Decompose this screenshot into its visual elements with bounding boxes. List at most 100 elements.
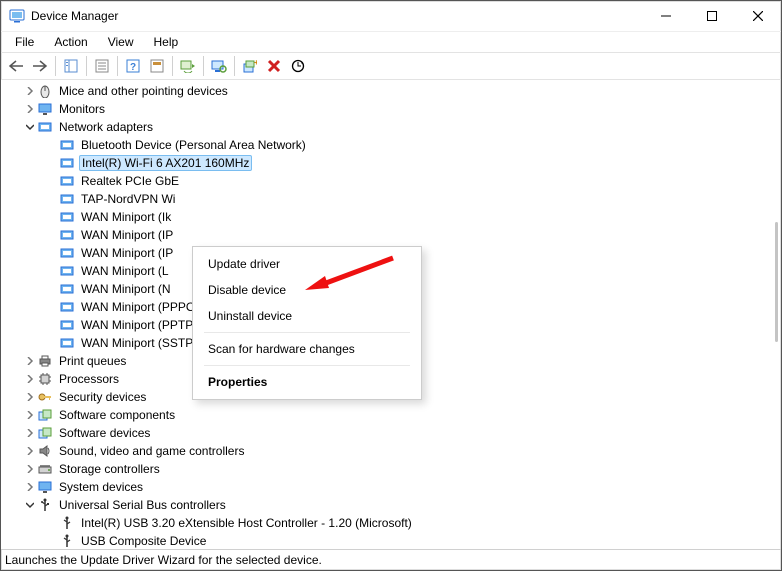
tree-item-realtek[interactable]: Realtek PCIe GbE <box>9 172 763 190</box>
chevron-right-icon[interactable] <box>23 84 37 98</box>
tree-item-sound[interactable]: Sound, video and game controllers <box>9 442 763 460</box>
maximize-button[interactable] <box>689 1 735 31</box>
software-components-icon <box>37 407 53 423</box>
network-adapter-icon <box>37 119 53 135</box>
tree-item-wan-ikev2[interactable]: WAN Miniport (Ik <box>9 208 763 226</box>
chevron-right-icon[interactable] <box>23 372 37 386</box>
chevron-right-icon[interactable] <box>23 426 37 440</box>
chevron-right-icon[interactable] <box>23 408 37 422</box>
vertical-scrollbar[interactable] <box>764 82 780 547</box>
menu-action[interactable]: Action <box>44 33 97 51</box>
context-update-driver[interactable]: Update driver <box>196 251 418 277</box>
help-button[interactable]: ? <box>121 54 145 78</box>
forward-button[interactable] <box>28 54 52 78</box>
tree-item-intel-wifi[interactable]: Intel(R) Wi-Fi 6 AX201 160MHz <box>9 154 763 172</box>
tree-label: Intel(R) Wi-Fi 6 AX201 160MHz <box>79 155 252 171</box>
tree-label: WAN Miniport (SSTP) <box>79 336 199 350</box>
menu-view[interactable]: View <box>98 33 144 51</box>
minimize-button[interactable] <box>643 1 689 31</box>
tree-item-wan-ip[interactable]: WAN Miniport (IP <box>9 226 763 244</box>
key-icon <box>37 389 53 405</box>
software-devices-icon <box>37 425 53 441</box>
tree-label: WAN Miniport (IP <box>79 228 175 242</box>
tree-label: Universal Serial Bus controllers <box>57 498 228 512</box>
chevron-down-icon[interactable] <box>23 120 37 134</box>
tree-label: Network adapters <box>57 120 155 134</box>
refresh-button[interactable] <box>286 54 310 78</box>
network-adapter-icon <box>59 155 75 171</box>
tree-label: Security devices <box>57 390 148 404</box>
computer-icon <box>37 479 53 495</box>
usb-icon <box>59 515 75 531</box>
chevron-right-icon[interactable] <box>23 480 37 494</box>
show-hide-console-button[interactable] <box>59 54 83 78</box>
svg-text:+: + <box>254 59 257 67</box>
chevron-down-icon[interactable] <box>23 498 37 512</box>
tree-item-monitors[interactable]: Monitors <box>9 100 763 118</box>
scroll-thumb[interactable] <box>775 222 778 342</box>
menu-file[interactable]: File <box>5 33 44 51</box>
tree-label: WAN Miniport (Ik <box>79 210 173 224</box>
tree-item-sw-devices[interactable]: Software devices <box>9 424 763 442</box>
chevron-right-icon[interactable] <box>23 390 37 404</box>
usb-icon <box>37 497 53 513</box>
context-scan-hardware[interactable]: Scan for hardware changes <box>196 336 418 362</box>
tree-item-tap-nordvpn[interactable]: TAP-NordVPN Wi <box>9 190 763 208</box>
tree-item-bluetooth-device[interactable]: Bluetooth Device (Personal Area Network) <box>9 136 763 154</box>
tree-item-usb-intel[interactable]: Intel(R) USB 3.20 eXtensible Host Contro… <box>9 514 763 532</box>
tree-item-usb-composite[interactable]: USB Composite Device <box>9 532 763 549</box>
tree-label: Sound, video and game controllers <box>57 444 246 458</box>
tree-label: Realtek PCIe GbE <box>79 174 181 188</box>
tree-item-network-adapters[interactable]: Network adapters <box>9 118 763 136</box>
tree-label: Software devices <box>57 426 152 440</box>
tree-item-mice[interactable]: Mice and other pointing devices <box>9 82 763 100</box>
titlebar: Device Manager <box>1 1 781 31</box>
tree-item-usb[interactable]: Universal Serial Bus controllers <box>9 496 763 514</box>
tree-item-sw-components[interactable]: Software components <box>9 406 763 424</box>
network-adapter-icon <box>59 137 75 153</box>
tree-label: System devices <box>57 480 145 494</box>
context-uninstall-device[interactable]: Uninstall device <box>196 303 418 329</box>
toolbar-btn-2[interactable] <box>145 54 169 78</box>
tree-label: WAN Miniport (N <box>79 282 173 296</box>
toolbar-separator <box>55 56 56 76</box>
context-properties[interactable]: Properties <box>196 369 418 395</box>
menu-help[interactable]: Help <box>144 33 189 51</box>
network-adapter-icon <box>59 173 75 189</box>
network-adapter-icon <box>59 263 75 279</box>
toolbar: ? + <box>1 52 781 80</box>
network-adapter-icon <box>59 191 75 207</box>
context-separator <box>204 365 410 366</box>
back-button[interactable] <box>4 54 28 78</box>
network-adapter-icon <box>59 209 75 225</box>
tree-label: USB Composite Device <box>79 534 208 548</box>
chevron-right-icon[interactable] <box>23 462 37 476</box>
chevron-right-icon[interactable] <box>23 444 37 458</box>
processor-icon <box>37 371 53 387</box>
uninstall-button[interactable] <box>262 54 286 78</box>
properties-button[interactable] <box>90 54 114 78</box>
tree-item-system[interactable]: System devices <box>9 478 763 496</box>
add-legacy-button[interactable]: + <box>238 54 262 78</box>
mouse-icon <box>37 83 53 99</box>
tree-label: Software components <box>57 408 177 422</box>
status-text: Launches the Update Driver Wizard for th… <box>5 553 322 567</box>
network-adapter-icon <box>59 227 75 243</box>
context-menu: Update driver Disable device Uninstall d… <box>192 246 422 400</box>
tree-item-storage[interactable]: Storage controllers <box>9 460 763 478</box>
tree-label: Mice and other pointing devices <box>57 84 230 98</box>
tree-label: Monitors <box>57 102 107 116</box>
network-adapter-icon <box>59 299 75 315</box>
chevron-right-icon[interactable] <box>23 354 37 368</box>
context-separator <box>204 332 410 333</box>
device-manager-window: Device Manager File Action View Help ? + <box>0 0 782 571</box>
chevron-right-icon[interactable] <box>23 102 37 116</box>
context-disable-device[interactable]: Disable device <box>196 277 418 303</box>
tree-label: TAP-NordVPN Wi <box>79 192 177 206</box>
window-controls <box>643 1 781 31</box>
close-button[interactable] <box>735 1 781 31</box>
update-driver-button[interactable] <box>176 54 200 78</box>
scan-hardware-button[interactable] <box>207 54 231 78</box>
tree-label: WAN Miniport (PPPOE) <box>79 300 209 314</box>
tree-label: Storage controllers <box>57 462 162 476</box>
